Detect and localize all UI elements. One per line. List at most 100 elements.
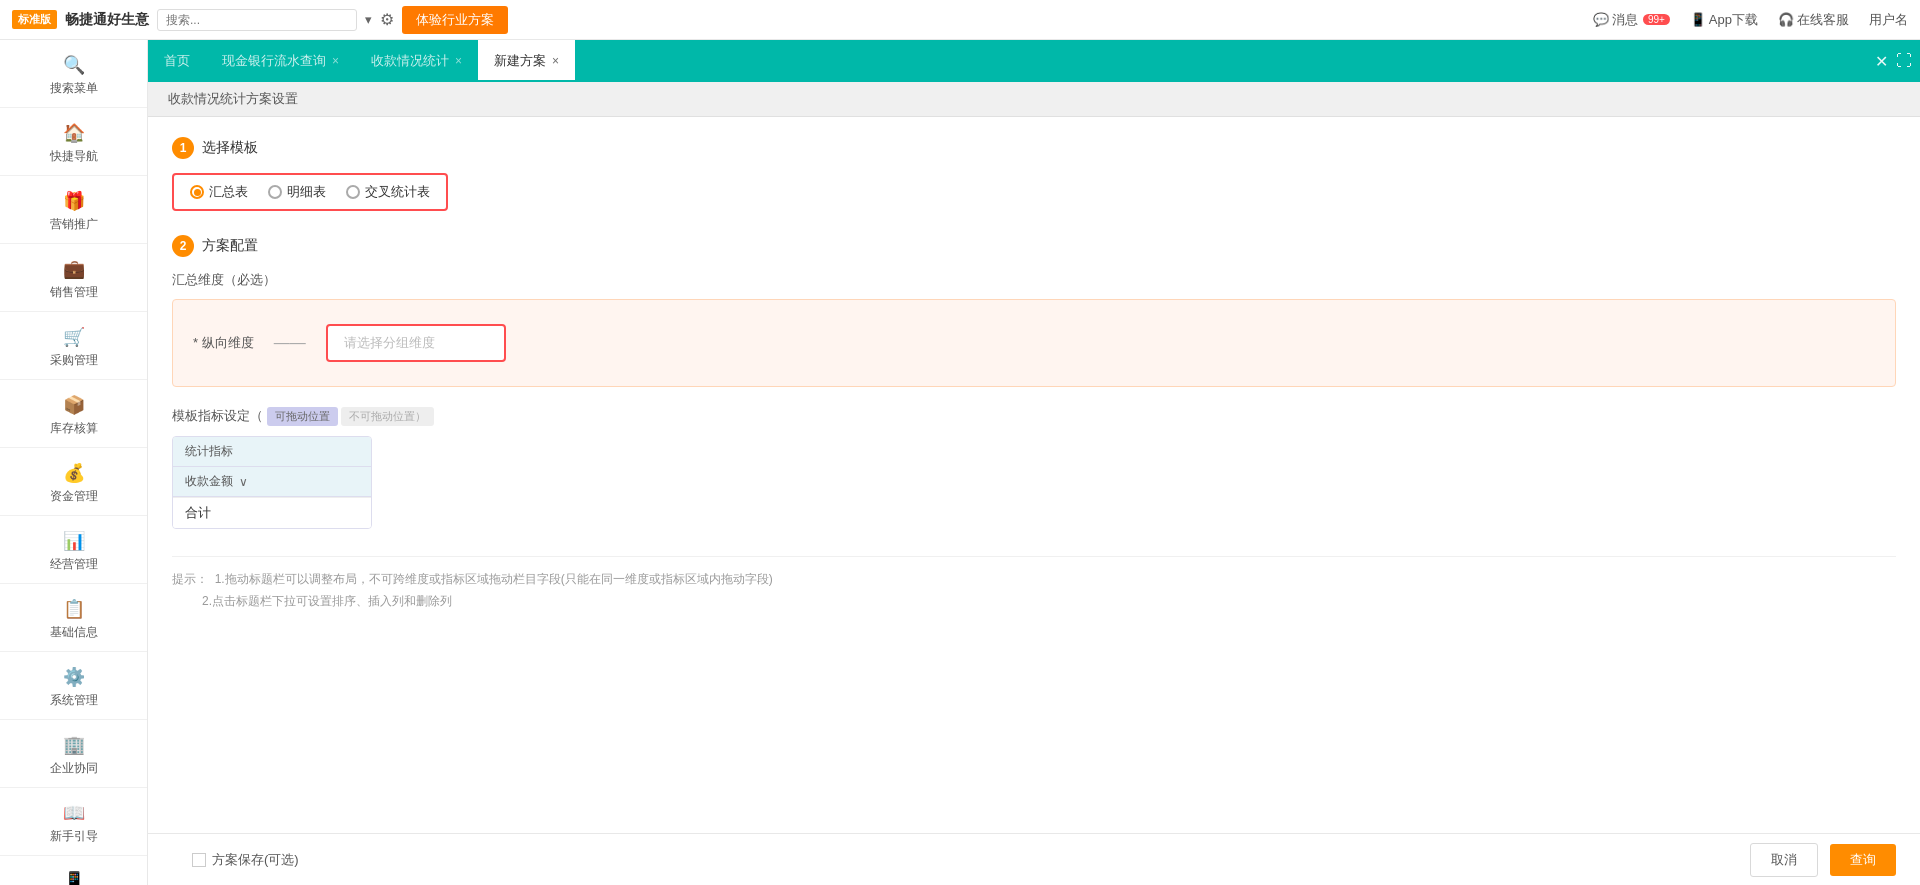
- hint-prefix1: 提示：: [172, 572, 211, 586]
- download-item[interactable]: 📱 App下载: [1690, 11, 1758, 29]
- tab-newplan-close[interactable]: ×: [552, 54, 559, 68]
- config-section: 汇总维度（必选） * 纵向维度 —— 请选择分组维度 模板指标设定（ 可拖动位置…: [172, 271, 1896, 624]
- radio-detail[interactable]: 明细表: [268, 183, 326, 201]
- tab-receipt-close[interactable]: ×: [455, 54, 462, 68]
- gear-icon[interactable]: ⚙: [380, 10, 394, 29]
- dim-arrow: ——: [274, 334, 306, 352]
- sidebar-label-sales: 销售管理: [50, 284, 98, 301]
- tab-cashflow[interactable]: 现金银行流水查询 ×: [206, 40, 355, 82]
- form-container: 1 选择模板 汇总表 明细表: [148, 117, 1920, 833]
- sidebar-item-search[interactable]: 🔍 搜索菜单: [0, 40, 147, 108]
- sidebar-label-guide: 新手引导: [50, 828, 98, 845]
- page-header: 收款情况统计方案设置: [148, 82, 1920, 117]
- tab-home-label: 首页: [164, 52, 190, 70]
- service-label: 在线客服: [1797, 11, 1849, 29]
- sidebar-label-collab: 企业协同: [50, 760, 98, 777]
- tab-bar-actions: ✕ ⛶: [1875, 40, 1920, 82]
- tab-window-close[interactable]: ✕: [1875, 52, 1888, 71]
- sidebar-item-guide[interactable]: 📖 新手引导: [0, 788, 147, 856]
- sidebar-item-basics[interactable]: 📋 基础信息: [0, 584, 147, 652]
- hint-prefix2: [172, 594, 199, 608]
- top-bar: 标准版 畅捷通好生意 ▾ ⚙ 体验行业方案 💬 消息 99+ 📱 App下载 🎧…: [0, 0, 1920, 40]
- cancel-button[interactable]: 取消: [1750, 843, 1818, 877]
- search-icon: 🔍: [63, 54, 85, 76]
- radio-cross-label: 交叉统计表: [365, 183, 430, 201]
- step2-label: 2 方案配置: [172, 235, 1896, 257]
- tab-window-maximize[interactable]: ⛶: [1896, 52, 1912, 70]
- sidebar-item-sales[interactable]: 💼 销售管理: [0, 244, 147, 312]
- service-icon: 🎧: [1778, 12, 1794, 27]
- sidebar-item-system[interactable]: ⚙️ 系统管理: [0, 652, 147, 720]
- sidebar-item-collab[interactable]: 🏢 企业协同: [0, 720, 147, 788]
- sidebar-item-hardware[interactable]: 📱 智能硬件: [0, 856, 147, 885]
- main-layout: 🔍 搜索菜单 🏠 快捷导航 🎁 营销推广 💼 销售管理 🛒 采购管理 📦 库存核…: [0, 40, 1920, 885]
- non-draggable-tag: 不可拖动位置）: [341, 407, 434, 426]
- step1-label: 1 选择模板: [172, 137, 1896, 159]
- radio-summary[interactable]: 汇总表: [190, 183, 248, 201]
- template-radio-group: 汇总表 明细表 交叉统计表: [172, 173, 448, 211]
- tab-cashflow-label: 现金银行流水查询: [222, 52, 326, 70]
- metrics-section-label: 统计指标: [185, 443, 233, 460]
- radio-detail-label: 明细表: [287, 183, 326, 201]
- finance-icon: 💰: [63, 462, 85, 484]
- dimension-area: * 纵向维度 —— 请选择分组维度: [172, 299, 1896, 387]
- hint-area: 提示： 1.拖动标题栏可以调整布局，不可跨维度或指标区域拖动栏目字段(只能在同一…: [172, 556, 1896, 624]
- radio-summary-circle: [190, 185, 204, 199]
- sidebar-item-finance[interactable]: 💰 资金管理: [0, 448, 147, 516]
- step2-title: 方案配置: [202, 237, 258, 255]
- sidebar-item-marketing[interactable]: 🎁 营销推广: [0, 176, 147, 244]
- sidebar-item-inventory[interactable]: 📦 库存核算: [0, 380, 147, 448]
- sidebar-label-basics: 基础信息: [50, 624, 98, 641]
- trial-button[interactable]: 体验行业方案: [402, 6, 508, 34]
- download-icon: 📱: [1690, 12, 1706, 27]
- sidebar-label-purchase: 采购管理: [50, 352, 98, 369]
- metrics-header-text: 收款金额: [185, 473, 233, 490]
- metrics-chevron-icon[interactable]: ∨: [239, 475, 248, 489]
- sidebar: 🔍 搜索菜单 🏠 快捷导航 🎁 营销推广 💼 销售管理 🛒 采购管理 📦 库存核…: [0, 40, 148, 885]
- bottom-bar: 方案保存(可选) 取消 查询: [148, 833, 1920, 885]
- step1-title: 选择模板: [202, 139, 258, 157]
- tab-cashflow-close[interactable]: ×: [332, 54, 339, 68]
- save-checkbox[interactable]: [192, 853, 206, 867]
- hint-line1: 提示： 1.拖动标题栏可以调整布局，不可跨维度或指标区域拖动栏目字段(只能在同一…: [172, 569, 1896, 591]
- search-input[interactable]: [157, 9, 357, 31]
- vertical-dim-label: * 纵向维度: [193, 334, 254, 352]
- metrics-table: 统计指标 收款金额 ∨ 合计: [172, 436, 372, 529]
- summary-dimension-title: 汇总维度（必选）: [172, 271, 1896, 289]
- tab-receipt[interactable]: 收款情况统计 ×: [355, 40, 478, 82]
- sidebar-item-ops[interactable]: 📊 经营管理: [0, 516, 147, 584]
- sidebar-label-ops: 经营管理: [50, 556, 98, 573]
- tab-bar: 首页 现金银行流水查询 × 收款情况统计 × 新建方案 × ✕ ⛶: [148, 40, 1920, 82]
- sidebar-item-purchase[interactable]: 🛒 采购管理: [0, 312, 147, 380]
- tab-home[interactable]: 首页: [148, 40, 206, 82]
- brand-name: 畅捷通好生意: [65, 11, 149, 29]
- message-item[interactable]: 💬 消息 99+: [1593, 11, 1670, 29]
- save-label: 方案保存(可选): [212, 851, 299, 869]
- user-name[interactable]: 用户名: [1869, 11, 1908, 29]
- collab-icon: 🏢: [63, 734, 85, 756]
- sidebar-label-system: 系统管理: [50, 692, 98, 709]
- query-button[interactable]: 查询: [1830, 844, 1896, 876]
- save-option: 方案保存(可选): [192, 851, 299, 869]
- hardware-icon: 📱: [63, 870, 85, 885]
- dropdown-icon[interactable]: ▾: [365, 12, 372, 27]
- hint-text2: 2.点击标题栏下拉可设置排序、插入列和删除列: [202, 594, 452, 608]
- tab-newplan[interactable]: 新建方案 ×: [478, 40, 575, 82]
- purchase-icon: 🛒: [63, 326, 85, 348]
- dimension-select[interactable]: 请选择分组维度: [326, 324, 506, 362]
- step1-section: 1 选择模板 汇总表 明细表: [172, 137, 1896, 211]
- sidebar-item-nav[interactable]: 🏠 快捷导航: [0, 108, 147, 176]
- page-title: 收款情况统计方案设置: [168, 91, 298, 106]
- logo: 标准版: [12, 10, 57, 29]
- metrics-table-header-row: 统计指标: [173, 437, 371, 467]
- radio-cross[interactable]: 交叉统计表: [346, 183, 430, 201]
- step2-number: 2: [172, 235, 194, 257]
- metrics-header-cell[interactable]: 收款金额 ∨: [173, 467, 371, 497]
- service-item[interactable]: 🎧 在线客服: [1778, 11, 1849, 29]
- ops-icon: 📊: [63, 530, 85, 552]
- metrics-label-text: 模板指标设定（: [172, 408, 263, 423]
- home-icon: 🏠: [63, 122, 85, 144]
- sidebar-label-nav: 快捷导航: [50, 148, 98, 165]
- hint-text1: 1.拖动标题栏可以调整布局，不可跨维度或指标区域拖动栏目字段(只能在同一维度或指…: [215, 572, 773, 586]
- draggable-tag: 可拖动位置: [267, 407, 338, 426]
